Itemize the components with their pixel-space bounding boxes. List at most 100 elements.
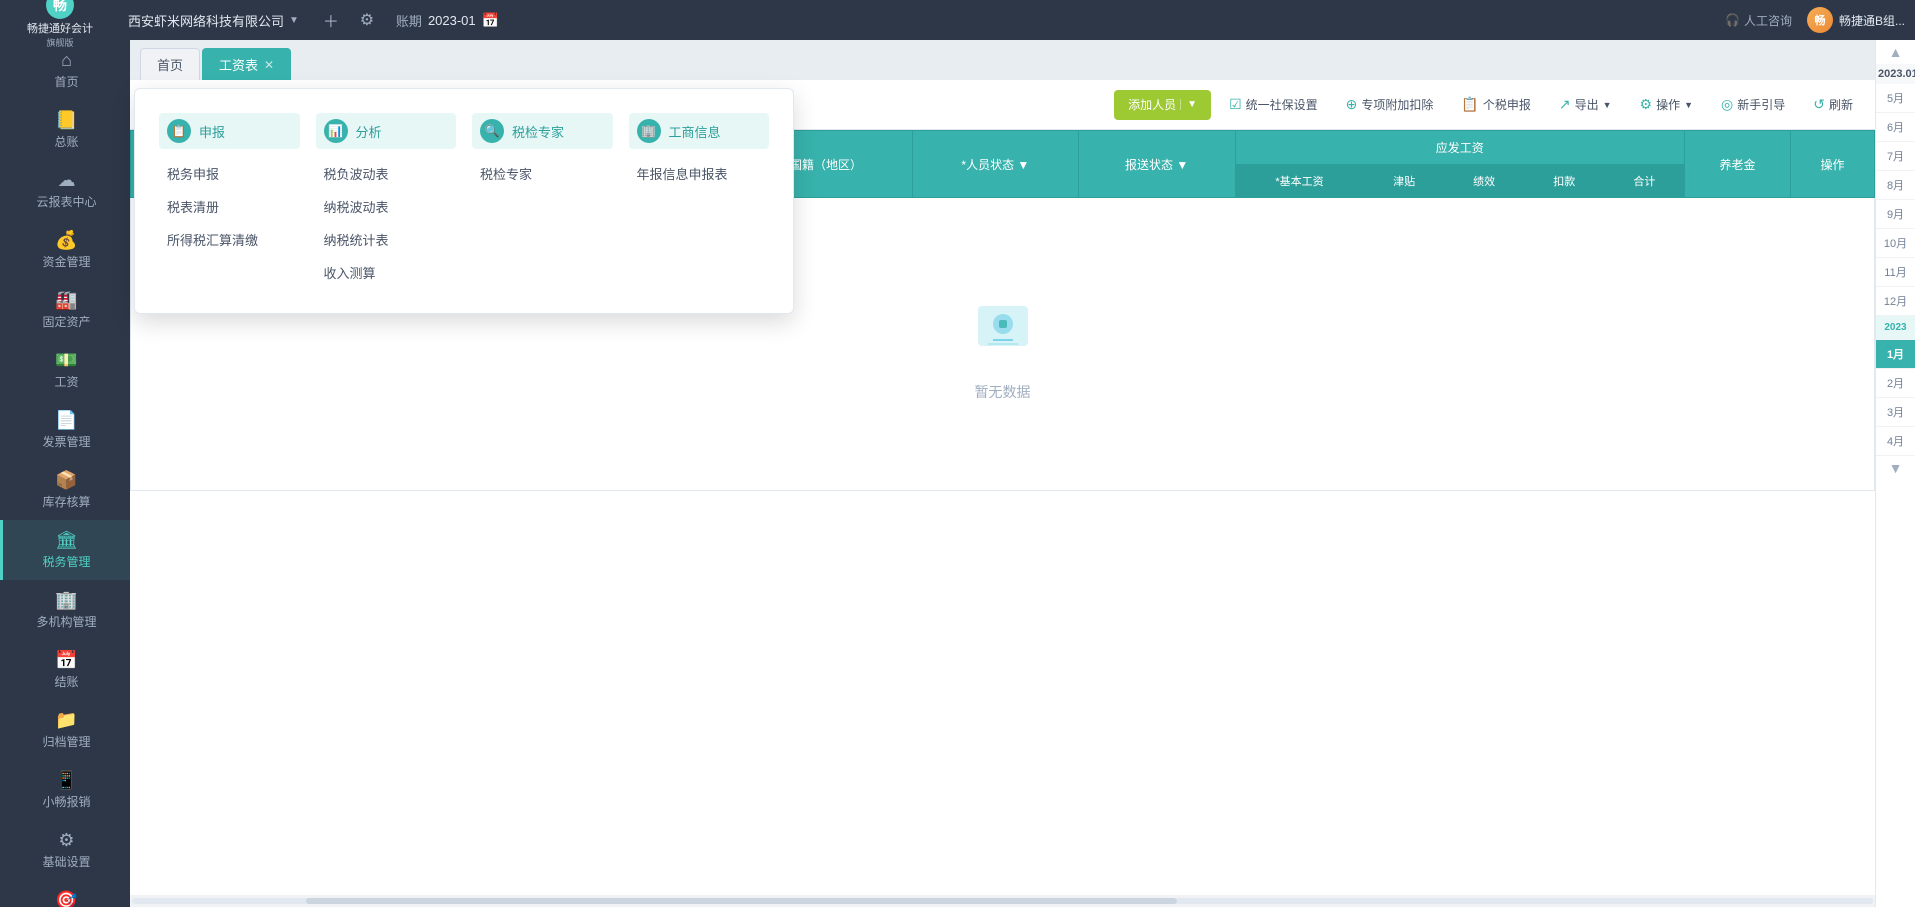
period-label: 账期 (396, 11, 422, 30)
company-selector[interactable]: 西安虾米网络科技有限公司 ▼ (120, 7, 307, 34)
section-declaration-title: 申报 (199, 122, 225, 141)
sidebar-item-inventory[interactable]: 📦 库存核算 (0, 460, 130, 520)
tab-home[interactable]: 首页 (140, 48, 200, 80)
new-guide-button[interactable]: ◎ 新手引导 (1711, 90, 1795, 120)
tab-salary[interactable]: 工资表 ✕ (202, 48, 291, 80)
month-4[interactable]: 4月 (1876, 427, 1915, 456)
settings-icon[interactable]: ⚙ (353, 6, 381, 34)
menu-item-annual-report[interactable]: 年报信息申报表 (629, 157, 770, 190)
app-version: 旗舰版 (46, 36, 73, 49)
tax-return-label: 个税申报 (1483, 96, 1531, 113)
menu-item-income-tax[interactable]: 所得税汇算清缴 (159, 223, 300, 256)
month-6[interactable]: 6月 (1876, 113, 1915, 142)
menu-item-tax-declaration[interactable]: 税务申报 (159, 157, 300, 190)
sidebar-item-fund[interactable]: 💰 资金管理 (0, 220, 130, 280)
export-button[interactable]: ↗ 导出 ▼ (1549, 90, 1622, 120)
sidebar: ⌂ 首页 📒 总账 ☁ 云报表中心 💰 资金管理 🏭 固定资产 💵 工资 📄 发… (0, 40, 130, 907)
operations-label: 操作 (1656, 96, 1680, 113)
section-tax-expert-header: 🔍 税检专家 (472, 113, 613, 149)
month-3[interactable]: 3月 (1876, 398, 1915, 427)
section-analysis-header: 📊 分析 (316, 113, 457, 149)
social-insurance-button[interactable]: ☑ 统一社保设置 (1219, 90, 1328, 120)
add-person-button[interactable]: 添加人员 ▼ (1114, 90, 1211, 120)
sidebar-item-ledger[interactable]: 📒 总账 (0, 100, 130, 160)
year-2023-marker: 2023 (1876, 316, 1915, 340)
close-tab-icon[interactable]: ✕ (264, 58, 274, 72)
scrollbar-thumb[interactable] (306, 898, 1177, 904)
xiao-chang-icon: 📱 (55, 770, 77, 791)
support-button[interactable]: 🎧 人工咨询 (1725, 12, 1792, 29)
logo-icon: 畅 (46, 0, 74, 19)
sidebar-item-basic-settings[interactable]: ⚙ 基础设置 (0, 820, 130, 880)
headset-icon: 🎧 (1725, 13, 1740, 27)
dropdown-menu: 📋 申报 税务申报 税表清册 所得税汇算清缴 📊 分析 税负波动表 纳税波动表 … (134, 88, 794, 314)
header-actions: ＋ ⚙ (317, 6, 381, 34)
month-10[interactable]: 10月 (1876, 229, 1915, 258)
menu-item-tax-payment[interactable]: 纳税波动表 (316, 190, 457, 223)
business-icon: 🏢 (637, 119, 661, 143)
year-label-prev: 2023.01 (1876, 64, 1915, 84)
menu-item-tax-form[interactable]: 税表清册 (159, 190, 300, 223)
month-12[interactable]: 12月 (1876, 287, 1915, 316)
sidebar-item-close-period[interactable]: 📅 结账 (0, 640, 130, 700)
add-company-button[interactable]: ＋ (317, 6, 345, 34)
calendar-icon[interactable]: 📅 (482, 12, 499, 29)
menu-item-tax-burden[interactable]: 税负波动表 (316, 157, 457, 190)
th-status[interactable]: *人员状态 ▼ (913, 131, 1079, 198)
month-7[interactable]: 7月 (1876, 142, 1915, 171)
sidebar-item-xiao-chang[interactable]: 📱 小畅报销 (0, 760, 130, 820)
sidebar-label-ledger: 总账 (54, 135, 78, 151)
social-insurance-icon: ☑ (1229, 96, 1242, 113)
sidebar-item-archive[interactable]: 📁 归档管理 (0, 700, 130, 760)
sidebar-item-multi-org[interactable]: 🏢 多机构管理 (0, 580, 130, 640)
invoice-icon: 📄 (55, 410, 77, 431)
menu-section-business: 🏢 工商信息 年报信息申报表 (621, 105, 778, 297)
th-action: 操作 (1791, 131, 1875, 198)
th-total: 合计 (1604, 165, 1684, 198)
app-logo: 畅 畅捷通好会计 旗舰版 (10, 0, 110, 49)
scrollbar-track[interactable] (132, 898, 1873, 904)
add-btn-arrow-icon[interactable]: ▼ (1180, 99, 1197, 110)
menu-item-income-calc[interactable]: 收入测算 (316, 256, 457, 289)
special-deduction-button[interactable]: ⊕ 专项附加扣除 (1336, 90, 1444, 120)
menu-item-tax-stats[interactable]: 纳税统计表 (316, 223, 457, 256)
tax-return-button[interactable]: 📋 个税申报 (1451, 90, 1540, 120)
section-business-header: 🏢 工商信息 (629, 113, 770, 149)
ledger-icon: 📒 (55, 110, 77, 131)
operations-button[interactable]: ⚙ 操作 ▼ (1630, 90, 1704, 120)
month-2[interactable]: 2月 (1876, 369, 1915, 398)
sidebar-item-salary[interactable]: 💵 工资 (0, 340, 130, 400)
month-11[interactable]: 11月 (1876, 258, 1915, 287)
section-analysis-title: 分析 (356, 122, 382, 141)
sidebar-label-assets: 固定资产 (42, 315, 90, 331)
special-deduction-label: 专项附加扣除 (1361, 96, 1433, 113)
nav-down-arrow[interactable]: ▼ (1876, 456, 1915, 480)
sidebar-item-cloud-report[interactable]: ☁ 云报表中心 (0, 160, 130, 220)
sidebar-item-tax[interactable]: 🏛 税务管理 (0, 520, 130, 580)
sidebar-item-new-guide[interactable]: 🎯 新手引导 (0, 880, 130, 907)
month-1[interactable]: 1月 (1876, 340, 1915, 369)
tab-bar: 首页 工资表 ✕ (130, 40, 1875, 80)
empty-text: 暂无数据 (975, 382, 1031, 402)
month-8[interactable]: 8月 (1876, 171, 1915, 200)
menu-item-tax-check[interactable]: 税检专家 (472, 157, 613, 190)
settings-gear-icon: ⚙ (58, 830, 74, 851)
menu-section-tax-expert: 🔍 税检专家 税检专家 (464, 105, 621, 297)
period-value: 2023-01 (428, 13, 476, 28)
multi-org-icon: 🏢 (55, 590, 77, 611)
menu-section-declaration: 📋 申报 税务申报 税表清册 所得税汇算清缴 (151, 105, 308, 297)
sidebar-label-xiao-chang: 小畅报销 (42, 795, 90, 811)
sidebar-label-home: 首页 (54, 75, 78, 91)
tax-icon: 🏛 (55, 530, 78, 551)
sidebar-item-home[interactable]: ⌂ 首页 (0, 40, 130, 100)
scrollbar-area[interactable] (130, 895, 1875, 907)
sidebar-item-invoice[interactable]: 📄 发票管理 (0, 400, 130, 460)
user-info[interactable]: 畅 畅捷通B组... (1807, 7, 1905, 33)
sidebar-item-fixed-assets[interactable]: 🏭 固定资产 (0, 280, 130, 340)
month-5[interactable]: 5月 (1876, 84, 1915, 113)
refresh-button[interactable]: ↺ 刷新 (1803, 90, 1863, 120)
th-report-status[interactable]: 报送状态 ▼ (1078, 131, 1235, 198)
month-9[interactable]: 9月 (1876, 200, 1915, 229)
nav-up-arrow[interactable]: ▲ (1876, 40, 1915, 64)
header-right: 🎧 人工咨询 畅 畅捷通B组... (1725, 7, 1905, 33)
